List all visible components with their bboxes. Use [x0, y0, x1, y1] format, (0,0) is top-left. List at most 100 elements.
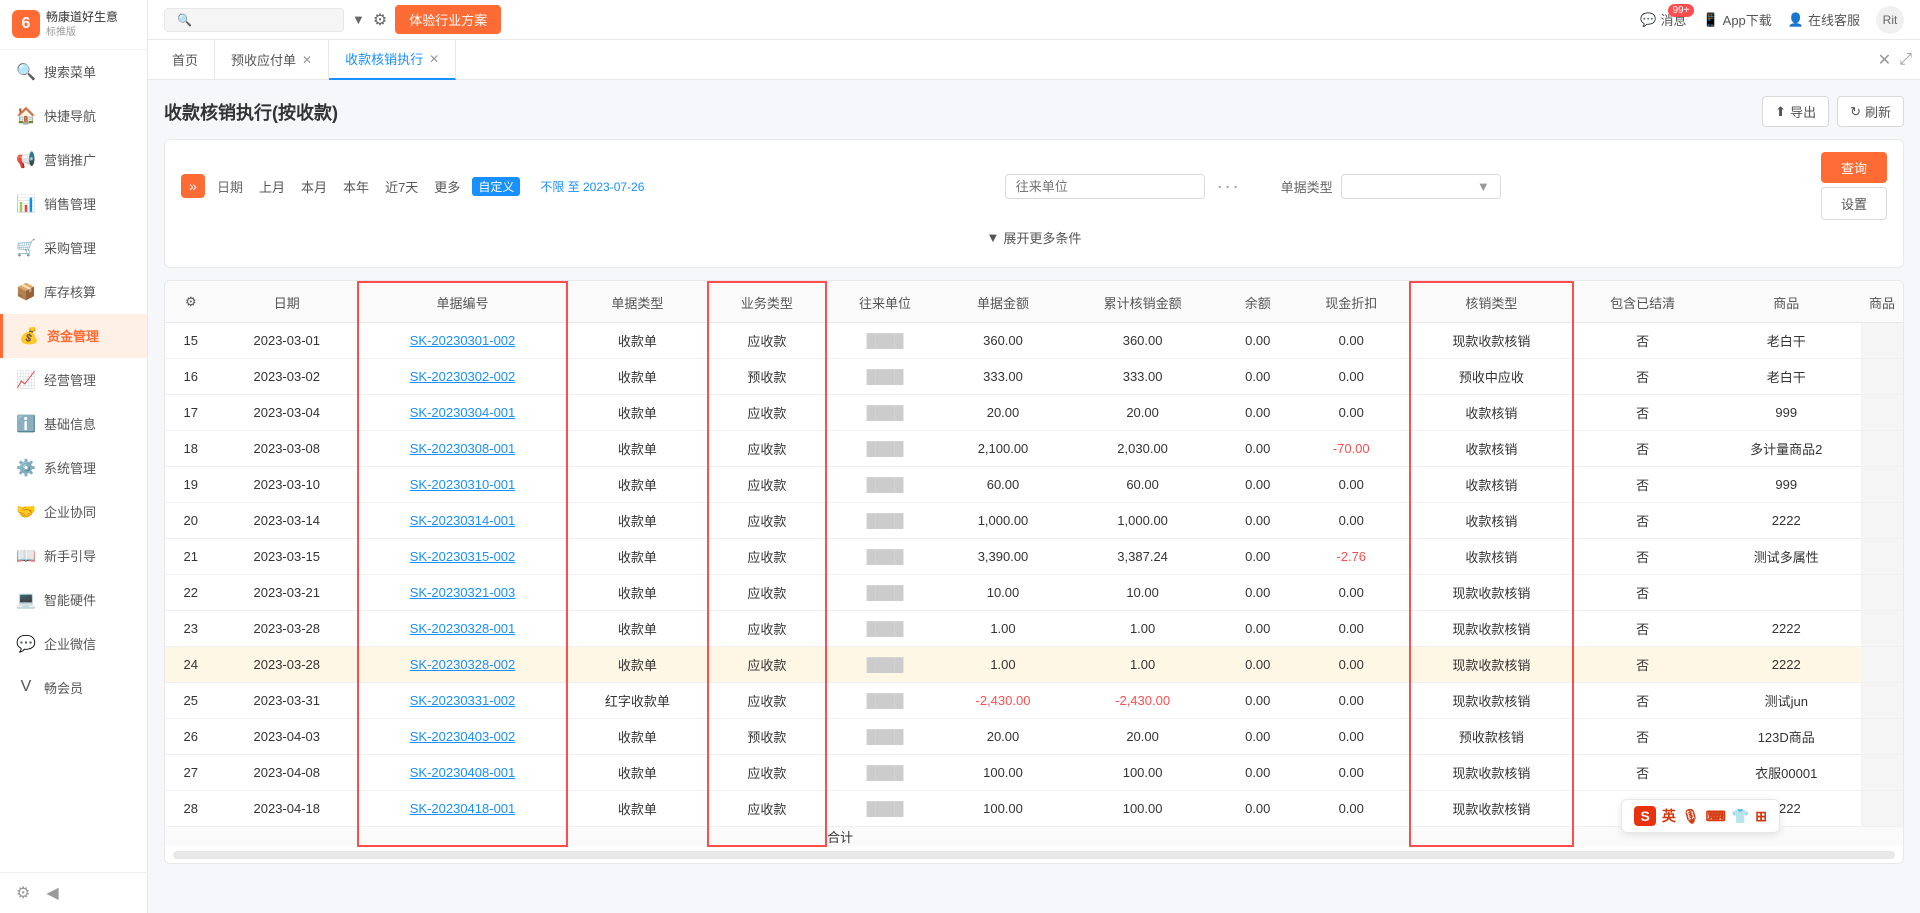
cell-biz-type: 应收款: [708, 647, 827, 683]
page-content: 收款核销执行(按收款) ⬆ 导出 ↻ 刷新 » 日期 上月: [148, 80, 1920, 913]
doc-no-link[interactable]: SK-20230314-001: [410, 513, 516, 528]
expand-more-conditions[interactable]: ▼ 展开更多条件: [181, 228, 1887, 247]
tabbar-close-all-icon[interactable]: ✕: [1878, 50, 1891, 70]
cell-counterparty: ████: [826, 359, 943, 395]
sidebar-item-hardware[interactable]: 💻 智能硬件: [0, 578, 147, 622]
th-settings[interactable]: ⚙: [165, 282, 217, 323]
sidebar-item-inventory[interactable]: 📦 库存核算: [0, 270, 147, 314]
sidebar-item-marketing[interactable]: 📢 营销推广: [0, 138, 147, 182]
cell-counterparty: ████: [826, 791, 943, 827]
cell-total-cancel: 20.00: [1063, 395, 1222, 431]
cell-goods-thumb: [1861, 791, 1903, 827]
cell-biz-type: 应收款: [708, 611, 827, 647]
topbar-dropdown[interactable]: ▼: [352, 12, 365, 27]
tab-collection[interactable]: 收款核销执行 ✕: [329, 40, 456, 80]
filter-collapse-button[interactable]: »: [181, 174, 205, 198]
date-btn-last-month[interactable]: 上月: [255, 175, 289, 198]
refresh-button[interactable]: ↻ 刷新: [1837, 96, 1904, 127]
date-custom-button[interactable]: 自定义: [472, 177, 520, 196]
main-content: 🔍 ▼ ⚙ 体验行业方案 💬 消息 99+ 📱 App下载 👤 在线客服: [148, 0, 1920, 913]
cell-include-settled: 否: [1573, 323, 1712, 359]
tab-home[interactable]: 首页: [156, 40, 215, 80]
doc-no-link[interactable]: SK-20230301-002: [410, 333, 516, 348]
doc-no-link[interactable]: SK-20230328-002: [410, 657, 516, 672]
cell-date: 2023-03-21: [217, 575, 358, 611]
sidebar-item-operation[interactable]: 📈 经营管理: [0, 358, 147, 402]
sidebar-label-sales: 销售管理: [44, 194, 96, 213]
topbar-message[interactable]: 💬 消息 99+: [1640, 10, 1686, 29]
cell-goods: 123D商品: [1712, 719, 1861, 755]
tab-preorder-close[interactable]: ✕: [302, 53, 312, 67]
sidebar-icon-system: ⚙️: [16, 458, 36, 478]
date-btn-this-year[interactable]: 本年: [339, 175, 373, 198]
sidebar-footer: ⚙ ◀: [0, 872, 147, 913]
cell-balance: 0.00: [1222, 323, 1293, 359]
doc-no-link[interactable]: SK-20230321-003: [410, 585, 516, 600]
column-settings-icon[interactable]: ⚙: [185, 294, 197, 309]
topbar-online-service[interactable]: 👤 在线客服: [1788, 10, 1860, 29]
industry-solution-button[interactable]: 体验行业方案: [395, 5, 501, 34]
sidebar-item-search[interactable]: 🔍 搜索菜单: [0, 50, 147, 94]
sidebar-item-guide[interactable]: 📖 新手引导: [0, 534, 147, 578]
topbar-app-download[interactable]: 📱 App下载: [1702, 10, 1771, 29]
export-button[interactable]: ⬆ 导出: [1762, 96, 1829, 127]
date-btn-this-month[interactable]: 本月: [297, 175, 331, 198]
cell-goods: 999: [1712, 395, 1861, 431]
sidebar-item-finance[interactable]: 💰 资金管理: [0, 314, 147, 358]
sidebar-menu: 🔍 搜索菜单🏠 快捷导航📢 营销推广📊 销售管理🛒 采购管理📦 库存核算💰 资金…: [0, 50, 147, 872]
app-icon: 📱: [1702, 12, 1718, 28]
cell-doc-amount: 333.00: [943, 359, 1063, 395]
topbar-gear-icon[interactable]: ⚙: [373, 10, 387, 30]
brand-s-icon: S: [1634, 806, 1655, 826]
tab-collection-close[interactable]: ✕: [429, 52, 439, 66]
more-filters-dots[interactable]: ···: [1217, 176, 1241, 197]
doc-type-select[interactable]: ▼: [1341, 174, 1501, 199]
sidebar-item-sales[interactable]: 📊 销售管理: [0, 182, 147, 226]
cell-no: 23: [165, 611, 217, 647]
date-range-display: 不限 至 2023-07-26: [540, 178, 644, 195]
sidebar-item-quick-nav[interactable]: 🏠 快捷导航: [0, 94, 147, 138]
doc-no-link[interactable]: SK-20230418-001: [410, 801, 516, 816]
doc-no-link[interactable]: SK-20230331-002: [410, 693, 516, 708]
tab-preorder[interactable]: 预收应付单 ✕: [215, 40, 329, 80]
filter-settings-button[interactable]: 设置: [1821, 187, 1887, 220]
brand-keyboard-icon: ⌨: [1706, 808, 1726, 825]
cell-doc-no: SK-20230418-001: [358, 791, 567, 827]
sidebar-item-enterprise[interactable]: 🤝 企业协同: [0, 490, 147, 534]
date-btn-7days[interactable]: 近7天: [381, 175, 422, 198]
doc-no-link[interactable]: SK-20230403-002: [410, 729, 516, 744]
settings-footer-icon[interactable]: ⚙: [16, 883, 30, 903]
cell-include-settled: 否: [1573, 611, 1712, 647]
tabbar-expand-icon[interactable]: ⤢: [1899, 51, 1912, 69]
sidebar-item-member[interactable]: V 畅会员: [0, 666, 147, 709]
sidebar-item-system[interactable]: ⚙️ 系统管理: [0, 446, 147, 490]
sidebar-label-member: 畅会员: [44, 678, 83, 697]
doc-no-link[interactable]: SK-20230315-002: [410, 549, 516, 564]
collapse-footer-icon[interactable]: ◀: [46, 883, 58, 903]
doc-no-link[interactable]: SK-20230328-001: [410, 621, 516, 636]
cell-biz-type: 应收款: [708, 539, 827, 575]
sidebar-label-purchase: 采购管理: [44, 238, 96, 257]
doc-no-link[interactable]: SK-20230304-001: [410, 405, 516, 420]
counterparty-input[interactable]: [1005, 174, 1205, 199]
cell-no: 25: [165, 683, 217, 719]
doc-no-link[interactable]: SK-20230408-001: [410, 765, 516, 780]
horizontal-scrollbar[interactable]: [173, 851, 1895, 859]
query-button[interactable]: 查询: [1821, 152, 1887, 183]
cell-cancel-type: 收款核销: [1410, 395, 1573, 431]
cell-goods: 老白干: [1712, 359, 1861, 395]
cell-cash-discount: -2.76: [1293, 539, 1410, 575]
doc-no-link[interactable]: SK-20230308-001: [410, 441, 516, 456]
cell-biz-type: 应收款: [708, 683, 827, 719]
doc-no-link[interactable]: SK-20230302-002: [410, 369, 516, 384]
sidebar-item-wechat[interactable]: 💬 企业微信: [0, 622, 147, 666]
sidebar-item-basic[interactable]: ℹ️ 基础信息: [0, 402, 147, 446]
cell-no: 16: [165, 359, 217, 395]
topbar-search-box[interactable]: 🔍: [164, 8, 344, 32]
cell-total-cancel: 1,000.00: [1063, 503, 1222, 539]
date-btn-more[interactable]: 更多: [430, 175, 464, 198]
doc-no-link[interactable]: SK-20230310-001: [410, 477, 516, 492]
topbar-user-avatar[interactable]: Rit: [1876, 6, 1904, 34]
sidebar-item-purchase[interactable]: 🛒 采购管理: [0, 226, 147, 270]
table-row: 15 2023-03-01 SK-20230301-002 收款单 应收款 ██…: [165, 323, 1903, 359]
